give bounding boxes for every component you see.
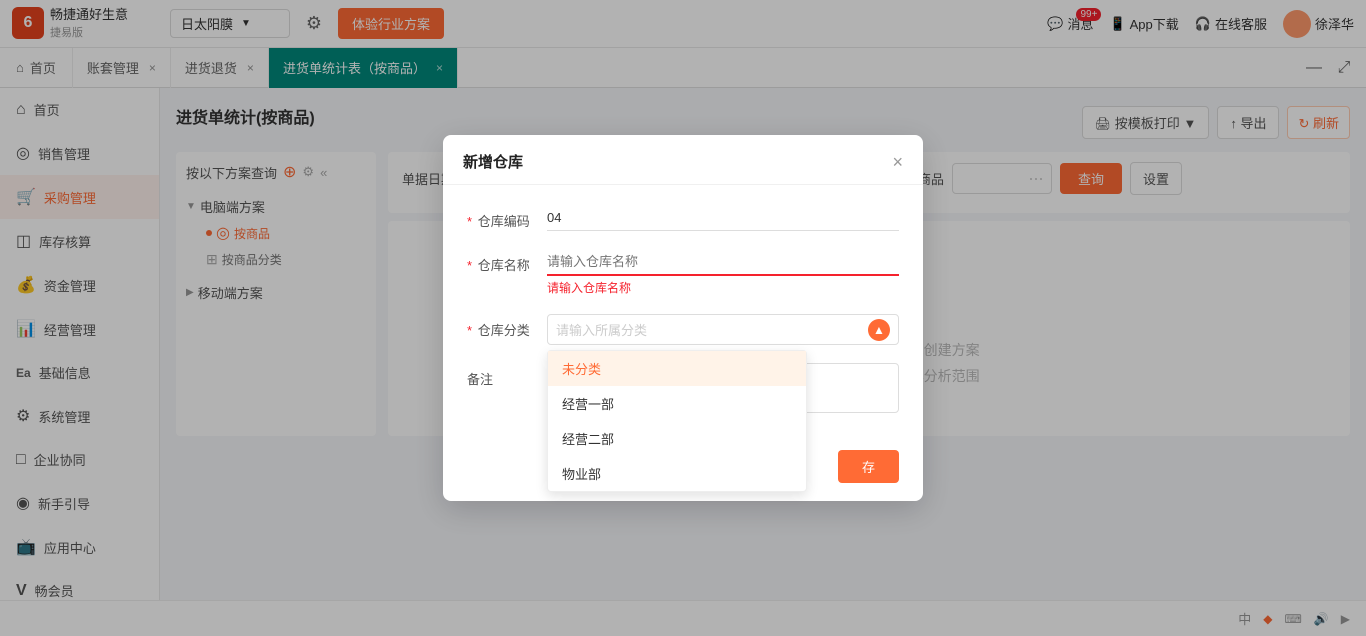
modal-overlay[interactable]: 新增仓库 × * 仓库编码 * 仓库名称	[0, 0, 1366, 636]
new-warehouse-modal: 新增仓库 × * 仓库编码 * 仓库名称	[443, 135, 923, 501]
category-placeholder: 请输入所属分类	[556, 320, 647, 339]
save-button[interactable]: 存	[838, 450, 899, 483]
form-row-category: * 仓库分类 请输入所属分类 ▲ 未分类 经营一部 经营二部 物业部	[467, 314, 899, 345]
dropdown-item-dept2[interactable]: 经营二部	[548, 421, 806, 456]
name-error-msg: 请输入仓库名称	[547, 279, 899, 296]
form-control-name: 请输入仓库名称	[547, 249, 899, 296]
warehouse-code-input[interactable]	[547, 205, 899, 231]
form-label-note: 备注	[467, 363, 547, 388]
form-label-name: * 仓库名称	[467, 249, 547, 274]
modal-body: * 仓库编码 * 仓库名称 请输入仓库名称	[443, 185, 923, 438]
form-label-category: * 仓库分类	[467, 314, 547, 339]
category-dropdown: 未分类 经营一部 经营二部 物业部	[547, 350, 807, 492]
dropdown-item-unclassified[interactable]: 未分类	[548, 351, 806, 386]
form-row-name: * 仓库名称 请输入仓库名称	[467, 249, 899, 296]
form-control-category: 请输入所属分类 ▲ 未分类 经营一部 经营二部 物业部	[547, 314, 899, 345]
chevron-up-icon: ▲	[868, 319, 890, 341]
dropdown-item-dept3[interactable]: 物业部	[548, 456, 806, 491]
dropdown-item-dept1[interactable]: 经营一部	[548, 386, 806, 421]
warehouse-name-input[interactable]	[547, 249, 899, 276]
form-row-code: * 仓库编码	[467, 205, 899, 231]
modal-header: 新增仓库 ×	[443, 135, 923, 185]
category-select[interactable]: 请输入所属分类 ▲	[547, 314, 899, 345]
form-control-code	[547, 205, 899, 231]
form-label-code: * 仓库编码	[467, 205, 547, 230]
modal-close-button[interactable]: ×	[892, 153, 903, 171]
modal-title: 新增仓库	[463, 151, 523, 172]
